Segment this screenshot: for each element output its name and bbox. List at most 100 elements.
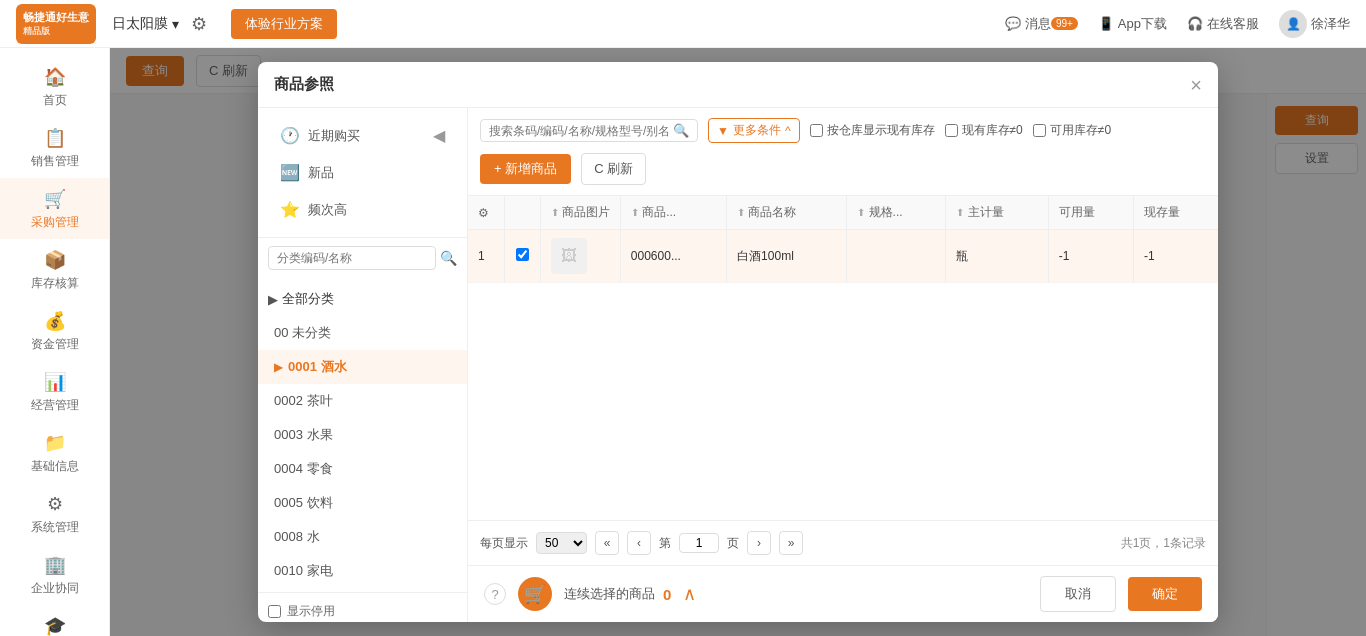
sidebar-item-inventory[interactable]: 📦 库存核算 bbox=[0, 239, 109, 300]
confirm-button[interactable]: 确定 bbox=[1128, 577, 1202, 611]
category-item-0003[interactable]: 0003 水果 bbox=[258, 418, 467, 452]
recent-purchases-button[interactable]: 🕐 近期购买 ◀ bbox=[268, 118, 457, 153]
category-search-icon[interactable]: 🔍 bbox=[440, 250, 457, 266]
sidebar: 🏠 首页 📋 销售管理 🛒 采购管理 📦 库存核算 💰 资金管理 📊 经营管理 … bbox=[0, 48, 110, 636]
search-icon[interactable]: 🔍 bbox=[673, 123, 689, 138]
prev-page-button[interactable]: ‹ bbox=[627, 531, 651, 555]
show-disabled-checkbox-label[interactable]: 显示停用 bbox=[268, 603, 457, 620]
top-navigation: 畅捷通好生意 精品版 日太阳膜 ▾ ⚙ 体验行业方案 💬 消息 99+ 📱 Ap… bbox=[0, 0, 1366, 48]
sidebar-item-basics[interactable]: 📁 基础信息 bbox=[0, 422, 109, 483]
nonzero-stock-checkbox[interactable] bbox=[945, 124, 958, 137]
store-selector[interactable]: 日太阳膜 ▾ bbox=[112, 15, 179, 33]
sidebar-item-enterprise[interactable]: 🏢 企业协同 bbox=[0, 544, 109, 605]
cart-icon: 🛒 bbox=[524, 583, 546, 605]
inventory-icon: 📦 bbox=[44, 249, 66, 271]
sort-icon-code: ⬆ bbox=[631, 207, 639, 218]
td-stock: -1 bbox=[1133, 230, 1218, 283]
system-icon: ⚙ bbox=[47, 493, 63, 515]
new-products-button[interactable]: 🆕 新品 bbox=[268, 155, 457, 190]
clock-icon: 🕐 bbox=[280, 126, 300, 145]
app-download-button[interactable]: 📱 App下载 bbox=[1098, 15, 1167, 33]
user-profile[interactable]: 👤 徐泽华 bbox=[1279, 10, 1350, 38]
next-page-button[interactable]: › bbox=[747, 531, 771, 555]
customer-service-button[interactable]: 🎧 在线客服 bbox=[1187, 15, 1259, 33]
page-number-input[interactable] bbox=[679, 533, 719, 553]
settings-icon[interactable]: ⚙ bbox=[191, 13, 207, 35]
logo: 畅捷通好生意 精品版 bbox=[16, 4, 96, 44]
show-disabled-checkbox[interactable] bbox=[268, 605, 281, 618]
refresh-button[interactable]: C 刷新 bbox=[581, 153, 646, 185]
table-row[interactable]: 1 🖼 000600... 白酒100ml bbox=[468, 230, 1218, 283]
first-page-button[interactable]: « bbox=[595, 531, 619, 555]
collapse-button[interactable]: ◀ bbox=[433, 126, 445, 145]
th-spec[interactable]: ⬆ 规格... bbox=[847, 196, 946, 230]
last-page-button[interactable]: » bbox=[779, 531, 803, 555]
continuous-select-label: 连续选择的商品 0 bbox=[564, 585, 671, 603]
product-table: ⚙ ⬆ 商品图片 ⬆ 商品... bbox=[468, 196, 1218, 283]
basics-icon: 📁 bbox=[44, 432, 66, 454]
guide-icon: 🎓 bbox=[44, 615, 66, 636]
per-page-label: 每页显示 bbox=[480, 535, 528, 552]
more-filters-button[interactable]: ▼ 更多条件 ^ bbox=[708, 118, 800, 143]
th-stock: 现存量 bbox=[1133, 196, 1218, 230]
row-checkbox[interactable] bbox=[516, 248, 529, 261]
headset-icon: 🎧 bbox=[1187, 16, 1203, 31]
main-layout: 🏠 首页 📋 销售管理 🛒 采购管理 📦 库存核算 💰 资金管理 📊 经营管理 … bbox=[0, 48, 1366, 636]
collapse-footer-icon[interactable]: ∧ bbox=[683, 583, 696, 605]
warehouse-stock-filter-label[interactable]: 按仓库显示现有库存 bbox=[810, 122, 935, 139]
th-setting[interactable]: ⚙ bbox=[468, 196, 504, 230]
per-page-select[interactable]: 50 100 bbox=[536, 532, 587, 554]
cart-button[interactable]: 🛒 bbox=[518, 577, 552, 611]
product-reference-modal: 商品参照 × 🕐 近期购买 ◀ bbox=[258, 62, 1218, 622]
avatar: 👤 bbox=[1279, 10, 1307, 38]
th-image[interactable]: ⬆ 商品图片 bbox=[540, 196, 620, 230]
all-categories-item[interactable]: ▶ 全部分类 bbox=[258, 282, 467, 316]
sidebar-item-sales[interactable]: 📋 销售管理 bbox=[0, 117, 109, 178]
category-item-0001[interactable]: ▶ 0001 酒水 bbox=[258, 350, 467, 384]
category-item-00[interactable]: 00 未分类 bbox=[258, 316, 467, 350]
message-badge: 99+ bbox=[1051, 17, 1078, 30]
operations-icon: 📊 bbox=[44, 371, 66, 393]
cancel-button[interactable]: 取消 bbox=[1040, 576, 1116, 612]
nonzero-available-filter-label[interactable]: 可用库存≠0 bbox=[1033, 122, 1111, 139]
category-item-0002[interactable]: 0002 茶叶 bbox=[258, 384, 467, 418]
help-button[interactable]: ? bbox=[484, 583, 506, 605]
sidebar-item-home[interactable]: 🏠 首页 bbox=[0, 56, 109, 117]
page-unit-label: 页 bbox=[727, 535, 739, 552]
enterprise-icon: 🏢 bbox=[44, 554, 66, 576]
nonzero-stock-filter-label[interactable]: 现有库存≠0 bbox=[945, 122, 1023, 139]
sidebar-item-finance[interactable]: 💰 资金管理 bbox=[0, 300, 109, 361]
warehouse-stock-checkbox[interactable] bbox=[810, 124, 823, 137]
filter-icon: ▼ bbox=[717, 124, 729, 138]
sidebar-item-purchase[interactable]: 🛒 采购管理 bbox=[0, 178, 109, 239]
add-product-button[interactable]: + 新增商品 bbox=[480, 154, 571, 184]
category-item-0004[interactable]: 0004 零食 bbox=[258, 452, 467, 486]
sidebar-item-system[interactable]: ⚙ 系统管理 bbox=[0, 483, 109, 544]
modal-left-panel: 🕐 近期购买 ◀ 🆕 新品 ⭐ 频次高 bbox=[258, 108, 468, 622]
category-item-0008[interactable]: 0008 水 bbox=[258, 520, 467, 554]
experience-button[interactable]: 体验行业方案 bbox=[231, 9, 337, 39]
th-code[interactable]: ⬆ 商品... bbox=[620, 196, 726, 230]
th-unit[interactable]: ⬆ 主计量 bbox=[946, 196, 1048, 230]
messages-button[interactable]: 💬 消息 99+ bbox=[1005, 15, 1078, 33]
sales-icon: 📋 bbox=[44, 127, 66, 149]
category-item-0005[interactable]: 0005 饮料 bbox=[258, 486, 467, 520]
nonzero-available-checkbox[interactable] bbox=[1033, 124, 1046, 137]
pagination-bar: 每页显示 50 100 « ‹ 第 页 › » bbox=[468, 520, 1218, 565]
modal-footer: ? 🛒 连续选择的商品 0 ∧ 取消 确定 bbox=[468, 565, 1218, 622]
sidebar-item-guide[interactable]: 🎓 新手引导 bbox=[0, 605, 109, 636]
th-check bbox=[504, 196, 540, 230]
content-area: 查询 C 刷新 查询 设置 商品参照 × bbox=[110, 48, 1366, 636]
dropdown-arrow-icon: ▾ bbox=[172, 16, 179, 32]
category-search-input[interactable] bbox=[268, 246, 436, 270]
category-item-0010[interactable]: 0010 家电 bbox=[258, 554, 467, 588]
filter-collapse-icon: ^ bbox=[785, 124, 791, 138]
left-bottom-section: 显示停用 bbox=[258, 592, 467, 622]
frequent-button[interactable]: ⭐ 频次高 bbox=[268, 192, 457, 227]
product-search-input[interactable] bbox=[489, 124, 669, 138]
td-check[interactable] bbox=[504, 230, 540, 283]
modal-close-button[interactable]: × bbox=[1190, 75, 1202, 95]
sidebar-item-operations[interactable]: 📊 经营管理 bbox=[0, 361, 109, 422]
sort-icon-unit: ⬆ bbox=[956, 207, 964, 218]
th-name[interactable]: ⬆ 商品名称 bbox=[727, 196, 847, 230]
